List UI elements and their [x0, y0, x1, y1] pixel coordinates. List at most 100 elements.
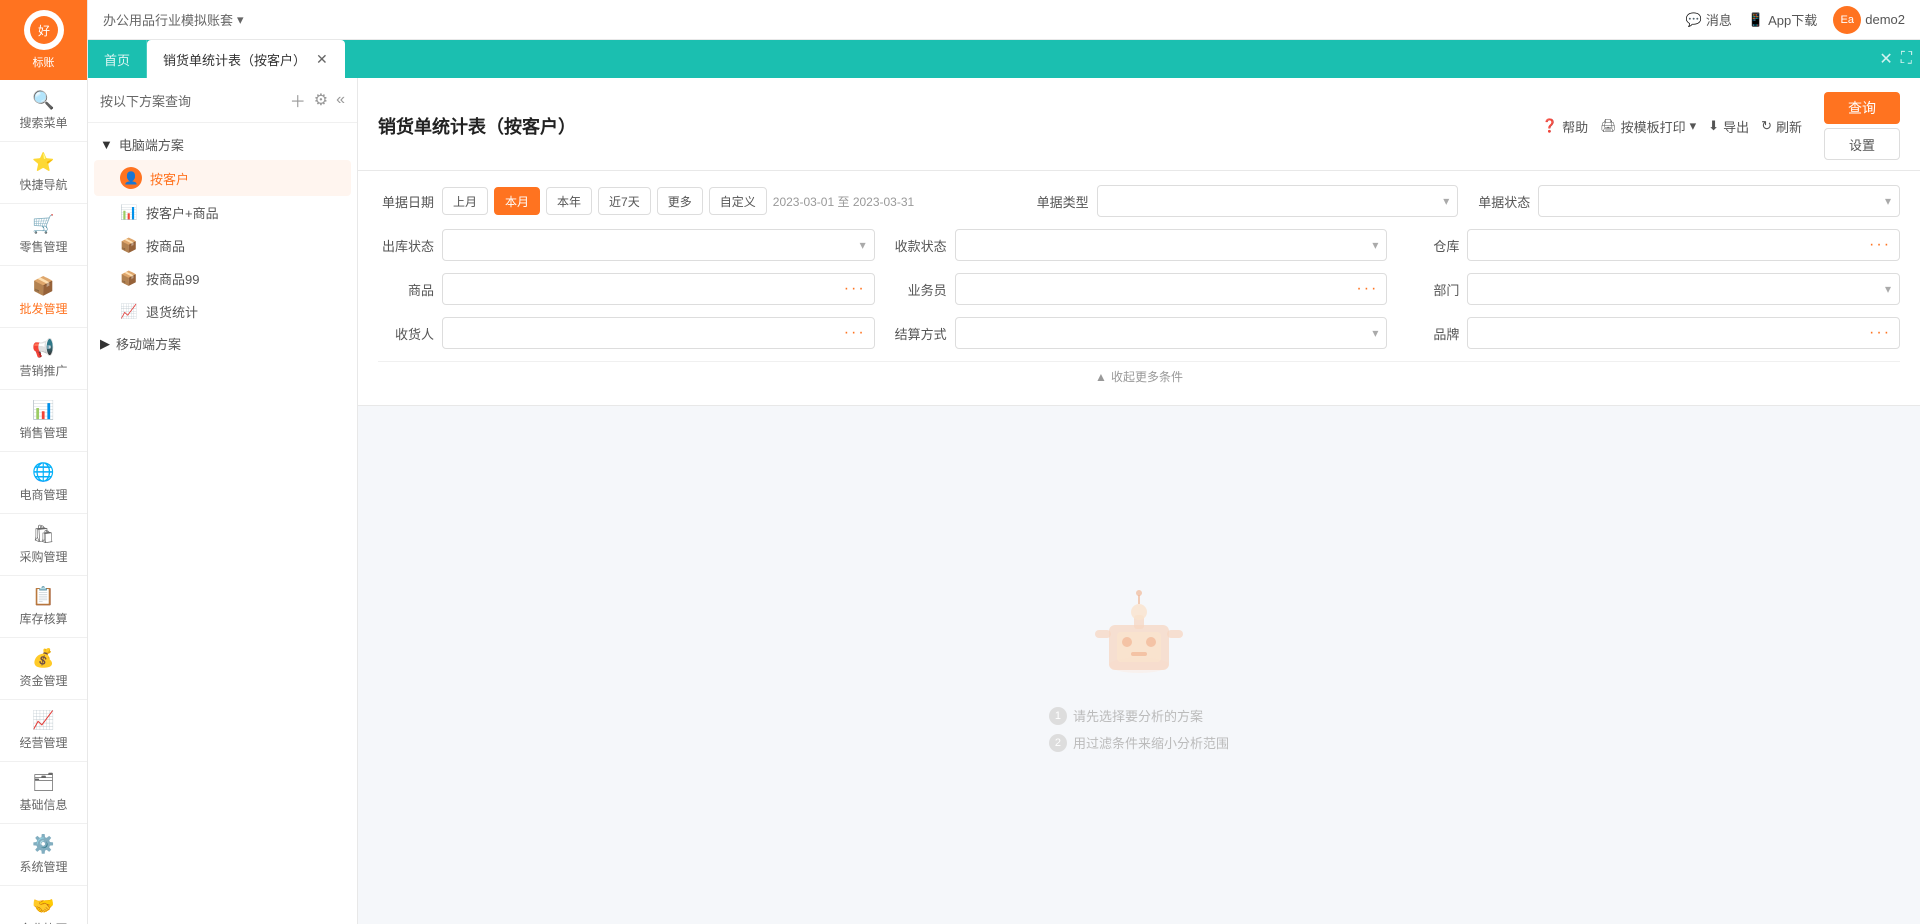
sidebar-item-search[interactable]: 🔍 搜索菜单 [0, 80, 87, 142]
tree-child-by-goods[interactable]: 📦 按商品 [88, 229, 357, 262]
tree-arrow-icon: ▼ [100, 137, 113, 152]
salesperson-control[interactable]: ··· [955, 273, 1388, 305]
goods-control[interactable]: ··· [442, 273, 875, 305]
query-button[interactable]: 查询 [1824, 92, 1900, 124]
date-btn-this-month[interactable]: 本月 [494, 187, 540, 215]
filter-payment-method: 结算方式 ▾ [891, 317, 1388, 349]
empty-state: 1 请先选择要分析的方案 2 用过滤条件来缩小分析范围 [358, 406, 1920, 924]
page-title: 销货单统计表（按客户） [378, 113, 576, 139]
tab-close-all-icon[interactable]: ✕ [1879, 49, 1892, 69]
tree-child-by-customer-goods[interactable]: 📊 按客户+商品 [88, 196, 357, 229]
sidebar-item-wholesale[interactable]: 📦 批发管理 [0, 266, 87, 328]
refresh-icon: ↻ [1761, 118, 1772, 134]
tree-child-by-customer[interactable]: 👤 按客户 [94, 160, 351, 196]
avatar: Ea [1833, 6, 1861, 34]
date-btn-more[interactable]: 更多 [657, 187, 703, 215]
customer-icon: 👤 [120, 167, 142, 189]
filter-row-1: 单据日期 上月 本月 本年 近7天 更多 自定义 2023-03-01 至 20… [378, 185, 1900, 217]
outbound-control[interactable]: ▾ [442, 229, 875, 261]
system-name-dropdown[interactable]: 办公用品行业模拟账套 ▾ [103, 10, 244, 29]
filter-voucher-type: 单据类型 ▾ [1033, 185, 1459, 217]
sidebar-item-retail[interactable]: 🛒 零售管理 [0, 204, 87, 266]
filter-payment: 收款状态 ▾ [891, 229, 1388, 261]
tree-child-return-stats[interactable]: 📈 退货统计 [88, 295, 357, 328]
dept-control[interactable]: ▾ [1467, 273, 1900, 305]
payment-control[interactable]: ▾ [955, 229, 1388, 261]
receiver-control[interactable]: ··· [442, 317, 875, 349]
svg-text:好: 好 [37, 24, 49, 38]
return-icon: 📈 [120, 303, 138, 321]
basic-icon: 🗂 [32, 772, 55, 793]
date-filter-label: 单据日期 [378, 192, 434, 211]
help-label: 帮助 [1562, 117, 1588, 136]
collapse-up-icon: ▲ [1095, 370, 1107, 384]
sidebar-item-label: 基础信息 [19, 796, 67, 813]
tree-child-label: 按商品99 [146, 269, 199, 288]
salesperson-label: 业务员 [891, 280, 947, 299]
sidebar-item-basic[interactable]: 🗂 基础信息 [0, 762, 87, 824]
help-icon: ❓ [1542, 118, 1558, 134]
refresh-label: 刷新 [1776, 117, 1802, 136]
voucher-status-control[interactable]: ▾ [1538, 185, 1900, 217]
sidebar-item-ecommerce[interactable]: 🌐 电商管理 [0, 452, 87, 514]
sidebar-item-label: 库存核算 [19, 610, 67, 627]
app-download-nav-item[interactable]: 📱 App下载 [1748, 10, 1817, 29]
filter-row-3: 商品 ··· 业务员 ··· 部门 [378, 273, 1900, 305]
filter-row-2: 出库状态 ▾ 收款状态 ▾ 仓库 [378, 229, 1900, 261]
help-action[interactable]: ❓ 帮助 [1542, 117, 1588, 136]
export-action[interactable]: ⬇ 导出 [1708, 117, 1749, 136]
left-panel-actions: ＋ ⚙ « [290, 88, 345, 112]
dropdown-chevron-icon: ▾ [237, 12, 244, 28]
sidebar-item-inventory[interactable]: 📋 库存核算 [0, 576, 87, 638]
outbound-dropdown-icon: ▾ [860, 238, 866, 252]
add-scheme-icon[interactable]: ＋ [290, 88, 306, 112]
print-dropdown-icon[interactable]: ▾ [1690, 118, 1697, 134]
tab-close-icon[interactable]: ✕ [316, 51, 328, 68]
date-btn-custom[interactable]: 自定义 [709, 187, 767, 215]
filter-receiver: 收货人 ··· [378, 317, 875, 349]
payment-method-control[interactable]: ▾ [955, 317, 1388, 349]
settings-button[interactable]: 设置 [1824, 128, 1900, 160]
tree-child-by-goods-99[interactable]: 📦 按商品99 [88, 262, 357, 295]
system-icon: ⚙️ [32, 834, 54, 855]
export-label: 导出 [1723, 117, 1749, 136]
sidebar-item-sales[interactable]: 📊 销售管理 [0, 390, 87, 452]
warehouse-control[interactable]: ··· [1467, 229, 1900, 261]
date-btn-this-year[interactable]: 本年 [546, 187, 592, 215]
settings-scheme-icon[interactable]: ⚙ [314, 90, 328, 110]
date-btn-7days[interactable]: 近7天 [598, 187, 651, 215]
sidebar-item-marketing[interactable]: 📢 营销推广 [0, 328, 87, 390]
sidebar-item-label: 企业协同 [19, 920, 67, 924]
date-btn-last-month[interactable]: 上月 [442, 187, 488, 215]
message-nav-item[interactable]: 💬 消息 [1686, 10, 1732, 29]
tab-home[interactable]: 首页 [88, 40, 147, 78]
sidebar-item-finance[interactable]: 💰 资金管理 [0, 638, 87, 700]
sidebar-item-system[interactable]: ⚙️ 系统管理 [0, 824, 87, 886]
top-header: 办公用品行业模拟账套 ▾ 💬 消息 📱 App下载 Ea demo2 [88, 0, 1920, 40]
export-icon: ⬇ [1708, 118, 1719, 134]
tab-maximize-icon[interactable]: ⛶ [1901, 50, 1912, 68]
left-panel-title: 按以下方案查询 [100, 91, 191, 110]
collapse-panel-icon[interactable]: « [336, 91, 345, 109]
sidebar-item-enterprise[interactable]: 🤝 企业协同 [0, 886, 87, 924]
filter-outbound: 出库状态 ▾ [378, 229, 875, 261]
hint-item-2: 2 用过滤条件来缩小分析范围 [1049, 733, 1229, 752]
brand-control[interactable]: ··· [1467, 317, 1900, 349]
refresh-action[interactable]: ↻ 刷新 [1761, 117, 1802, 136]
collapse-filter-btn[interactable]: ▲ 收起更多条件 [378, 361, 1900, 391]
voucher-type-control[interactable]: ▾ [1097, 185, 1459, 217]
sidebar-item-purchase[interactable]: 🛍 采购管理 [0, 514, 87, 576]
tab-sales-stat[interactable]: 销货单统计表（按客户） ✕ [147, 40, 345, 78]
tree-desktop[interactable]: ▼ 电脑端方案 [88, 129, 357, 160]
sidebar-item-operations[interactable]: 📈 经营管理 [0, 700, 87, 762]
header-left: 办公用品行业模拟账套 ▾ [103, 10, 244, 29]
hint-num-2: 2 [1049, 734, 1067, 752]
sidebar-item-quick-nav[interactable]: ⭐ 快捷导航 [0, 142, 87, 204]
user-nav-item[interactable]: Ea demo2 [1833, 6, 1905, 34]
tree-mobile[interactable]: ▶ 移动端方案 [88, 328, 357, 359]
filter-brand: 品牌 ··· [1403, 317, 1900, 349]
left-panel-header: 按以下方案查询 ＋ ⚙ « [88, 78, 357, 123]
tree-mobile-label: 移动端方案 [116, 334, 181, 353]
tree-child-label: 退货统计 [146, 302, 198, 321]
print-action[interactable]: 🖨 按模板打印 ▾ [1600, 117, 1696, 136]
